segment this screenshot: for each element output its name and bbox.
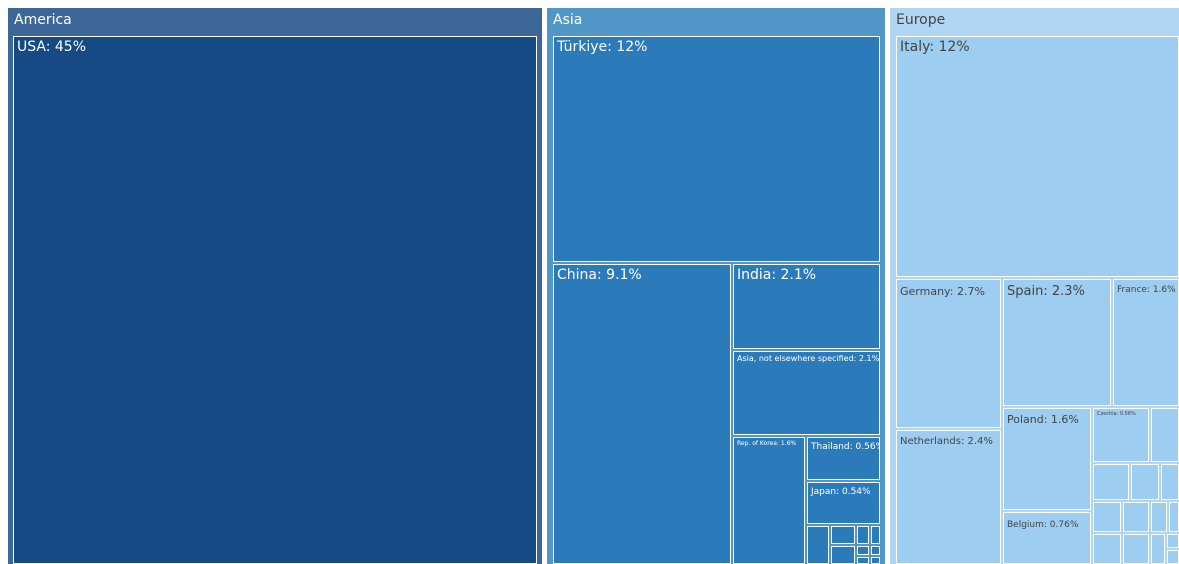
tile-asia-small[interactable] [857,557,869,564]
tile-europe-small[interactable] [1151,408,1179,462]
tile-label-rep-of-korea: Rep. of Korea: 1.6% [737,440,797,447]
tile-label-czechia: Czechia: 0.56% [1097,411,1136,417]
tile-label-belgium: Belgium: 0.76% [1007,520,1079,530]
tile-europe-small[interactable] [1151,534,1165,564]
tile-netherlands[interactable]: Netherlands: 2.4% [896,430,1001,564]
tile-label-china: China: 9.1% [557,267,642,283]
group-asia: Asia Türkiye: 12% China: 9.1% India: 2.1… [547,8,885,564]
tile-belgium[interactable]: Belgium: 0.76% [1003,512,1091,564]
tile-label-italy: Italy: 12% [900,39,970,55]
tile-label-netherlands: Netherlands: 2.4% [900,436,993,447]
tile-asia-small[interactable] [831,526,855,544]
tile-europe-small[interactable] [1123,534,1149,564]
tile-germany[interactable]: Germany: 2.7% [896,279,1001,428]
tile-asia-small[interactable] [857,546,869,555]
tile-poland[interactable]: Poland: 1.6% [1003,408,1091,510]
tile-europe-small[interactable] [1169,502,1179,532]
group-europe: Europe Italy: 12% Germany: 2.7% Spain: 2… [890,8,1179,564]
tile-label-usa: USA: 45% [17,39,87,55]
tile-usa[interactable]: USA: 45% [13,36,537,564]
tile-asia-small[interactable] [807,526,829,564]
tile-label-india: India: 2.1% [737,267,817,283]
tile-europe-small[interactable] [1151,502,1167,532]
tile-europe-small[interactable] [1123,502,1149,532]
tile-asia-small[interactable] [871,557,880,564]
tile-china[interactable]: China: 9.1% [553,264,731,564]
tile-label-spain: Spain: 2.3% [1007,284,1085,299]
group-america: America USA: 45% [8,8,542,564]
tile-label-asia-nes: Asia, not elsewhere specified: 2.1% [737,354,880,363]
tile-japan[interactable]: Japan: 0.54% [807,482,880,524]
tile-spain[interactable]: Spain: 2.3% [1003,279,1111,406]
tile-europe-small[interactable] [1093,534,1121,564]
tile-italy[interactable]: Italy: 12% [896,36,1179,277]
tile-label-turkiye: Türkiye: 12% [557,39,648,55]
tile-czechia[interactable]: Czechia: 0.56% [1093,408,1149,462]
tile-europe-small[interactable] [1131,464,1159,500]
tile-label-japan: Japan: 0.54% [811,487,871,497]
tile-asia-small[interactable] [871,526,880,544]
tile-asia-small[interactable] [831,546,855,564]
tile-europe-small[interactable] [1167,550,1179,564]
tile-europe-small[interactable] [1161,464,1179,500]
tile-label-france: France: 1.6% [1117,285,1176,295]
group-header-europe: Europe [896,12,946,28]
tile-asia-small[interactable] [857,526,869,544]
tile-europe-small[interactable] [1167,534,1179,548]
tile-europe-small[interactable] [1093,464,1129,500]
tile-france[interactable]: France: 1.6% [1113,279,1179,406]
group-header-asia: Asia [553,12,583,28]
tile-europe-small[interactable] [1093,502,1121,532]
tile-label-germany: Germany: 2.7% [900,285,985,298]
tile-asia-small[interactable] [871,546,880,555]
tile-label-thailand: Thailand: 0.56% [811,442,880,452]
tile-rep-of-korea[interactable]: Rep. of Korea: 1.6% [733,437,805,564]
tile-label-poland: Poland: 1.6% [1007,413,1079,426]
tile-turkiye[interactable]: Türkiye: 12% [553,36,880,262]
tile-thailand[interactable]: Thailand: 0.56% [807,437,880,480]
group-header-america: America [14,12,72,28]
tile-asia-nes[interactable]: Asia, not elsewhere specified: 2.1% [733,351,880,435]
tile-india[interactable]: India: 2.1% [733,264,880,349]
